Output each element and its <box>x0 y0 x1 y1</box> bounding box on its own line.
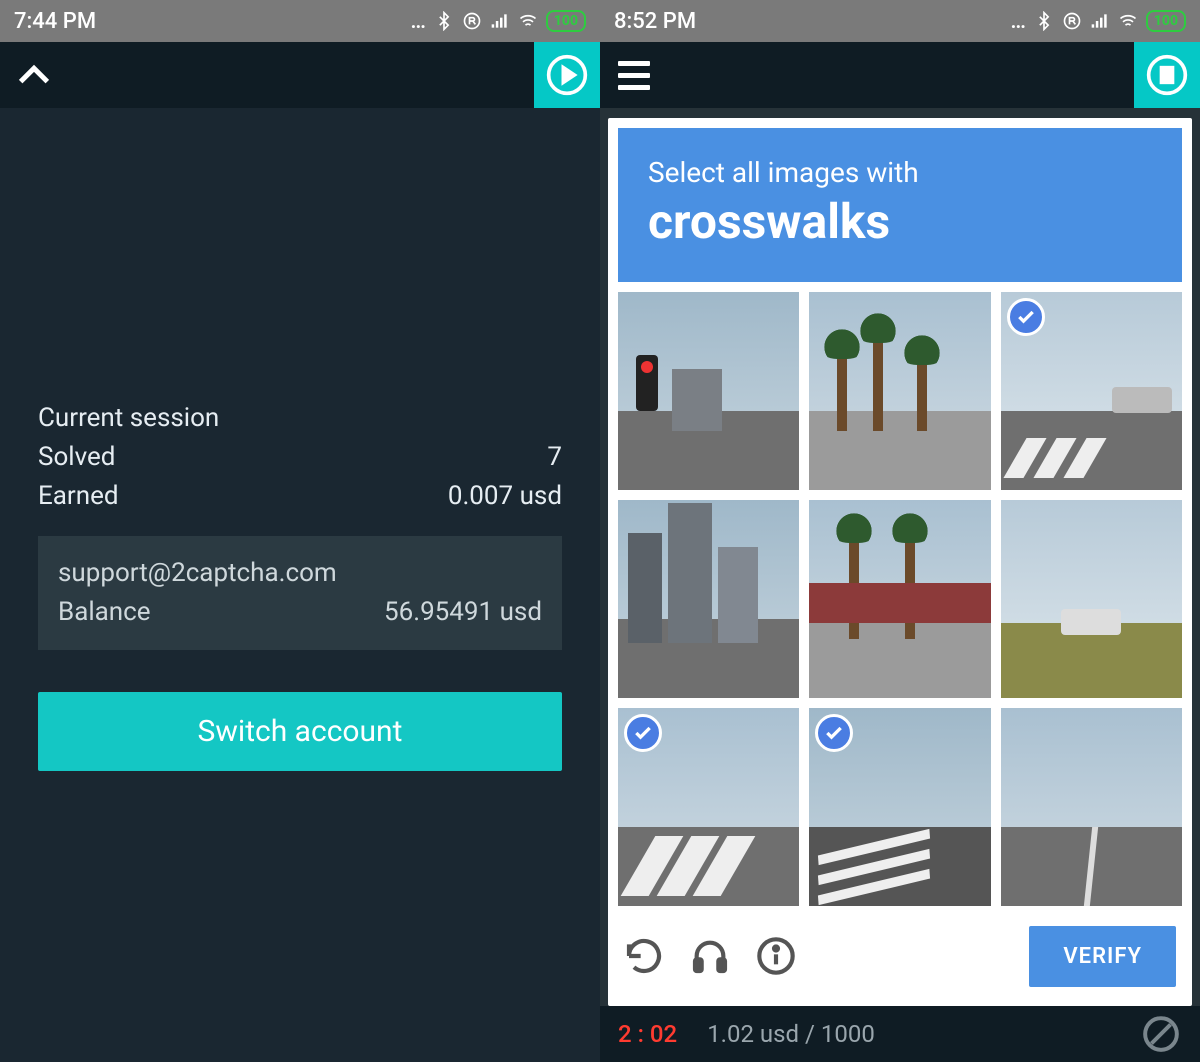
status-time: 7:44 PM <box>14 9 96 34</box>
timer: 2 : 02 <box>618 1020 677 1048</box>
wifi-icon <box>1118 11 1138 31</box>
tile-crosswalk-diagonal[interactable] <box>809 708 990 906</box>
check-icon <box>1007 298 1045 336</box>
status-indicators: … 100 <box>410 9 586 34</box>
tile-open-field[interactable] <box>1001 500 1182 698</box>
session-title: Current session <box>38 399 562 438</box>
tile-crosswalk-car[interactable] <box>1001 292 1182 490</box>
captcha-prompt-big: crosswalks <box>648 193 1152 250</box>
tile-street-trafficlight[interactable] <box>618 292 799 490</box>
captcha-prompt-small: Select all images with <box>648 156 1152 189</box>
status-bar: 7:44 PM … 100 <box>0 0 600 42</box>
signal-icon <box>1090 11 1110 31</box>
app-header <box>0 42 600 108</box>
app-header <box>600 42 1200 108</box>
status-bar: 8:52 PM … 100 <box>600 0 1200 42</box>
account-email: support@2captcha.com <box>58 554 542 593</box>
balance-label: Balance <box>58 593 151 632</box>
play-button[interactable] <box>534 42 600 108</box>
info-icon[interactable] <box>756 936 796 976</box>
account-card: support@2captcha.com Balance 56.95491 us… <box>38 536 562 650</box>
headphones-icon[interactable] <box>690 936 730 976</box>
pause-button[interactable] <box>1134 42 1200 108</box>
phone-left: 7:44 PM … 100 Current session Solved 7 E… <box>0 0 600 1062</box>
captcha-footer: VERIFY <box>618 916 1182 996</box>
tile-crosswalk-intersection[interactable] <box>618 708 799 906</box>
ellipsis-icon: … <box>1010 9 1026 34</box>
session-info: Current session Solved 7 Earned 0.007 us… <box>38 399 562 516</box>
status-indicators: … 100 <box>1010 9 1186 34</box>
solved-label: Solved <box>38 438 115 477</box>
cancel-button[interactable] <box>1140 1013 1182 1055</box>
ellipsis-icon: … <box>410 9 426 34</box>
check-icon <box>624 714 662 752</box>
menu-button[interactable] <box>612 53 656 97</box>
battery-indicator: 100 <box>546 10 586 32</box>
session-panel: Current session Solved 7 Earned 0.007 us… <box>0 108 600 1062</box>
bluetooth-icon <box>434 11 454 31</box>
collapse-button[interactable] <box>12 53 56 97</box>
status-time: 8:52 PM <box>614 9 696 34</box>
switch-account-button[interactable]: Switch account <box>38 692 562 771</box>
tile-palm-storefront[interactable] <box>809 500 990 698</box>
captcha-card: Select all images with crosswalks <box>608 118 1192 1006</box>
tile-city-buildings[interactable] <box>618 500 799 698</box>
bottom-bar: 2 : 02 1.02 usd / 1000 <box>600 1006 1200 1062</box>
solved-value: 7 <box>547 438 562 477</box>
captcha-prompt: Select all images with crosswalks <box>618 128 1182 282</box>
registered-icon <box>462 11 482 31</box>
reload-icon[interactable] <box>624 936 664 976</box>
registered-icon <box>1062 11 1082 31</box>
tile-palm-trees[interactable] <box>809 292 990 490</box>
tile-highway[interactable] <box>1001 708 1182 906</box>
verify-button[interactable]: VERIFY <box>1029 926 1176 987</box>
balance-value: 56.95491 usd <box>384 593 542 632</box>
rate-text: 1.02 usd / 1000 <box>707 1020 875 1048</box>
earned-value: 0.007 usd <box>448 477 562 516</box>
phone-right: 8:52 PM … 100 Select all images with cro… <box>600 0 1200 1062</box>
captcha-container: Select all images with crosswalks <box>600 108 1200 1006</box>
signal-icon <box>490 11 510 31</box>
wifi-icon <box>518 11 538 31</box>
captcha-grid <box>618 292 1182 906</box>
bluetooth-icon <box>1034 11 1054 31</box>
earned-label: Earned <box>38 477 119 516</box>
battery-indicator: 100 <box>1146 10 1186 32</box>
